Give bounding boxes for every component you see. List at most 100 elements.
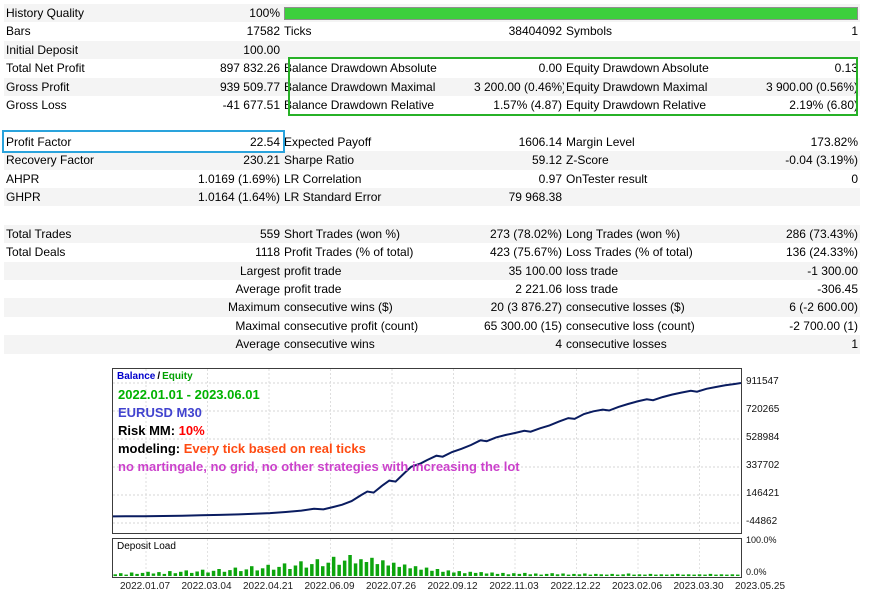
deposit-load-panel (112, 538, 742, 578)
deposit-load-bar (310, 564, 314, 576)
deposit-load-bar (146, 571, 150, 576)
deposit-load-bar (479, 572, 483, 576)
deposit-load-bar (605, 574, 609, 576)
deposit-load-bar (659, 574, 664, 577)
stat-label: Profit Trades (% of total) (284, 245, 414, 260)
deposit-load-bar (512, 573, 516, 576)
deposit-load-bar (168, 571, 172, 576)
deposit-load-bar (473, 572, 478, 576)
deposit-load-bar (468, 571, 472, 576)
stat-label: Balance Drawdown Relative (284, 98, 435, 113)
stat-value: 1 (851, 337, 858, 352)
stat-value (752, 188, 860, 206)
deposit-load-bar (228, 570, 232, 576)
deposit-load-bar (566, 574, 571, 576)
x-tick-label: 2022.11.03 (489, 581, 539, 592)
stat-value: 939 509.77 (219, 79, 280, 94)
stat-value: 2 221.06 (515, 282, 562, 297)
stat-row: Total Trades 559 Short Trades (won %) 273 (… (4, 224, 860, 244)
x-tick-label: 2023.05.25 (734, 581, 786, 592)
deposit-load-bar (506, 574, 511, 577)
backtest-report-page: { "report": { "rows": [ {"c1l":"History … (0, 0, 874, 600)
deposit-load-bar (441, 571, 445, 576)
stat-label: Margin Level (566, 134, 635, 149)
stat-value: 2.19% (6.80) (789, 98, 858, 113)
stat-label: Profit Factor (6, 134, 72, 149)
deposit-load-bar (561, 573, 565, 576)
stat-label: loss trade (566, 263, 619, 278)
stat-label: consecutive losses ($) (566, 300, 685, 315)
deposit-load-bar (534, 573, 538, 576)
deposit-load-bar (632, 574, 636, 576)
stat-label: consecutive wins (284, 337, 375, 352)
deposit-load-bar (129, 572, 134, 576)
deposit-load-bar (517, 573, 522, 576)
deposit-load-bar (119, 573, 123, 576)
y-tick-label: 146421 (746, 487, 780, 499)
stat-value: -0.04 (3.19%) (785, 153, 858, 168)
deposit-load-bar (550, 573, 554, 576)
deposit-load-bar (342, 560, 347, 576)
stat-row: Maximal consecutive profit (count) 65 300.… (4, 317, 860, 335)
deposit-min-label: 0.0% (746, 567, 767, 577)
deposit-load-bar (539, 574, 543, 576)
deposit-load-bar (206, 572, 210, 576)
stat-value: Maximum (227, 300, 280, 315)
annotation-text: EURUSD M30 (118, 405, 202, 420)
x-tick-label: 2022.09.12 (427, 581, 478, 592)
deposit-load-bar (255, 570, 259, 576)
x-tick-label: 2023.03.30 (673, 581, 724, 592)
stat-value: 1118 (255, 245, 280, 260)
deposit-load-bar (326, 562, 330, 576)
deposit-load-bar (670, 574, 674, 577)
stat-label: Expected Payoff (284, 134, 372, 149)
stat-value: 4 (555, 337, 562, 352)
deposit-load-bar (686, 574, 691, 577)
stat-value: 38404092 (508, 24, 562, 39)
stat-label: Balance Drawdown Maximal (284, 79, 436, 94)
deposit-load-bar (250, 566, 254, 576)
x-tick-label: 2022.04.21 (242, 581, 294, 592)
stat-label: Total Deals (6, 245, 66, 260)
deposit-load-bar (190, 572, 194, 576)
deposit-load-bar (435, 569, 440, 576)
deposit-load-bar (392, 562, 396, 576)
stat-value: -2 700.00 (1) (789, 318, 858, 333)
deposit-load-bar (676, 573, 680, 576)
x-tick-label: 2022.06.09 (304, 581, 355, 592)
deposit-load-bar (484, 573, 489, 576)
stat-value: 1.0169 (1.69%) (197, 171, 280, 186)
deposit-load-bar (293, 565, 298, 576)
stat-label: consecutive profit (count) (284, 318, 419, 333)
deposit-load-bar (260, 568, 265, 576)
deposit-load-bar (195, 571, 199, 576)
deposit-load-bar (615, 574, 620, 576)
stat-value: 35 100.00 (508, 263, 562, 278)
deposit-load-bar (304, 567, 309, 576)
stat-label: Gross Profit (6, 79, 70, 94)
deposit-load-bar (184, 570, 188, 576)
deposit-load-bar (299, 561, 303, 576)
deposit-load-bar (708, 573, 713, 576)
deposit-load-bar (730, 574, 735, 577)
deposit-load-bar (217, 569, 221, 576)
stat-value: 1606.14 (518, 134, 562, 149)
deposit-load-bar (386, 565, 390, 576)
stat-label: consecutive wins ($) (284, 300, 393, 315)
deposit-load-bar (419, 569, 423, 576)
deposit-load-bar (452, 572, 456, 576)
deposit-load-bar (495, 573, 500, 576)
stat-value: 3 200.00 (0.46%) (474, 79, 564, 94)
stat-value: 65 300.00 (15) (483, 318, 562, 333)
deposit-load-bar (725, 574, 729, 576)
stat-label: Symbols (566, 24, 613, 39)
deposit-load-bar (200, 569, 205, 576)
deposit-load-bar (321, 566, 325, 576)
stat-value: 20 (3 876.27) (490, 300, 562, 315)
chart-annotations: 2022.01.01 - 2023.06.01 EURUSD M30 Risk MM… (118, 386, 520, 476)
stat-label: profit trade (284, 263, 342, 278)
deposit-load-bar (359, 559, 363, 576)
stat-value: 0 (851, 171, 858, 186)
annotation-text: 2022.01.01 - 2023.06.01 (118, 387, 260, 402)
deposit-load-bar (179, 571, 183, 576)
